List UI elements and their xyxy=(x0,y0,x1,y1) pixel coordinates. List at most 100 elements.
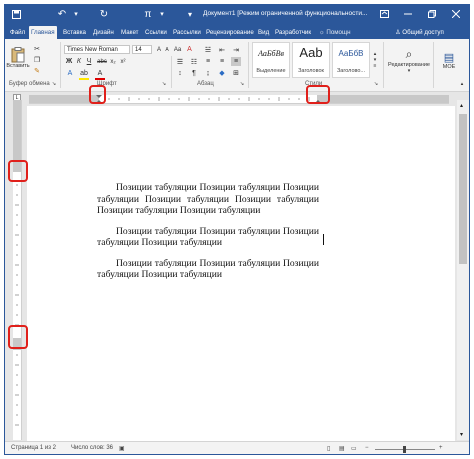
restore-icon[interactable] xyxy=(421,6,443,22)
subscript-icon[interactable]: x₂ xyxy=(109,57,117,66)
tab-insert[interactable]: Вставка xyxy=(61,27,88,39)
window-title: Документ1 [Режим ограниченной функционал… xyxy=(203,10,368,17)
style-heading-2[interactable]: АаБбВ Заголово... xyxy=(332,42,370,78)
superscript-icon[interactable]: x² xyxy=(119,57,127,66)
style-name: Заголово... xyxy=(336,68,366,74)
page-count[interactable]: Страница 1 из 2 xyxy=(11,445,56,451)
vertical-scrollbar[interactable]: ▴ ▾ xyxy=(457,100,469,440)
shrink-font-icon[interactable]: A xyxy=(163,45,171,54)
tab-developer[interactable]: Разработчик xyxy=(273,27,313,39)
grow-font-icon[interactable]: A xyxy=(155,45,163,54)
pi-dropdown-icon[interactable]: ▾ xyxy=(155,7,169,21)
scroll-up-icon[interactable]: ▴ xyxy=(460,102,463,109)
undo-dropdown-icon[interactable]: ▾ xyxy=(69,7,83,21)
borders-icon[interactable]: ⊞ xyxy=(231,68,241,78)
vertical-ruler[interactable] xyxy=(13,100,22,440)
paragraph[interactable]: Позиции табуляции Позиции табуляции Пози… xyxy=(97,258,319,281)
decrease-indent-icon[interactable]: ⇤ xyxy=(217,45,227,54)
tab-layout[interactable]: Макет xyxy=(119,27,141,39)
highlight-callout xyxy=(306,85,330,104)
align-center-icon[interactable]: ≡ xyxy=(217,57,227,66)
strikethrough-icon[interactable]: abc xyxy=(97,57,107,66)
highlight-icon[interactable]: ab xyxy=(79,68,89,80)
shading-icon[interactable]: ◆ xyxy=(217,68,227,78)
style-emphasis[interactable]: АаБбВв Выделение xyxy=(252,42,290,78)
style-heading[interactable]: Aab Заголовок xyxy=(292,42,330,78)
group-divider xyxy=(433,42,434,88)
web-layout-icon[interactable]: ▭ xyxy=(351,445,357,452)
print-layout-icon[interactable]: ▤ xyxy=(339,445,345,452)
undo-icon[interactable]: ↶ xyxy=(55,7,69,21)
close-icon[interactable] xyxy=(445,6,467,22)
clipboard-launcher-icon[interactable]: ↘ xyxy=(51,81,57,87)
highlight-callout xyxy=(8,160,28,182)
read-mode-icon[interactable]: ▯ xyxy=(327,445,330,452)
more-label: МОЕ xyxy=(442,63,456,70)
cut-icon[interactable]: ✂ xyxy=(32,45,42,53)
font-name-combo[interactable]: Times New Roman xyxy=(64,45,130,54)
document-body[interactable]: Позиции табуляции Позиции табуляции Пози… xyxy=(97,182,319,290)
paste-button[interactable]: Вставить xyxy=(6,42,30,74)
more-button[interactable]: ▤ МОЕ xyxy=(436,43,462,77)
style-sample: АаБбВ xyxy=(338,49,364,58)
increase-indent-icon[interactable]: ⇥ xyxy=(231,45,241,54)
scroll-down-icon[interactable]: ▾ xyxy=(460,431,463,438)
styles-scroll[interactable]: ▴ ▾ ≡ xyxy=(371,43,379,77)
tab-help[interactable]: ☼ Помощн xyxy=(317,27,352,39)
paragraph[interactable]: Позиции табуляции Позиции табуляции Пози… xyxy=(97,226,319,249)
justify-icon[interactable]: ≡ xyxy=(231,57,241,66)
multilevel-list-icon[interactable]: ☱ xyxy=(203,45,213,54)
style-name: Выделение xyxy=(256,68,286,74)
zoom-out-icon[interactable]: − xyxy=(365,445,369,451)
format-painter-icon[interactable]: ✎ xyxy=(32,67,42,75)
show-marks-icon[interactable]: ¶ xyxy=(189,68,199,78)
word-count[interactable]: Число слов: 36 xyxy=(71,445,113,451)
document-page[interactable]: Позиции табуляции Позиции табуляции Пози… xyxy=(27,106,455,441)
italic-icon[interactable]: К xyxy=(75,57,83,66)
tab-home[interactable]: Главная xyxy=(29,26,57,39)
font-size-combo[interactable]: 14 xyxy=(132,45,152,54)
bold-icon[interactable]: Ж xyxy=(65,57,73,66)
ribbon-display-icon[interactable] xyxy=(373,6,395,22)
clipboard-group-label: Буфер обмена xyxy=(9,81,50,87)
magnifier-icon: ⌕ xyxy=(405,46,413,61)
zoom-thumb[interactable] xyxy=(403,446,406,453)
minimize-icon[interactable] xyxy=(397,6,419,22)
numbering-icon[interactable]: ☷ xyxy=(189,57,199,66)
editing-button[interactable]: ⌕ Редактирование ▾ xyxy=(387,43,431,77)
underline-icon[interactable]: Ч xyxy=(85,57,93,66)
font-launcher-icon[interactable]: ↘ xyxy=(161,81,167,87)
zoom-in-icon[interactable]: + xyxy=(439,445,443,451)
scroll-thumb[interactable] xyxy=(459,114,467,264)
line-spacing-icon[interactable]: ↨ xyxy=(203,68,213,78)
pi-icon[interactable]: π xyxy=(141,7,155,21)
text-effects-icon[interactable]: A xyxy=(65,68,75,78)
style-sample: Aab xyxy=(299,45,323,60)
tab-mailings[interactable]: Рассылки xyxy=(171,27,203,39)
copy-icon[interactable]: ❐ xyxy=(32,56,42,64)
redo-icon[interactable]: ↻ xyxy=(97,7,111,21)
save-icon[interactable] xyxy=(9,7,23,21)
ruler-ticks xyxy=(13,100,21,426)
change-case-icon[interactable]: Aa xyxy=(173,45,182,54)
align-left-icon[interactable]: ≡ xyxy=(203,57,213,66)
ribbon: Вставить ✂ ❐ ✎ Буфер обмена ↘ Times New … xyxy=(5,39,469,92)
sort-icon[interactable]: ↕ xyxy=(175,68,185,78)
collapse-ribbon-icon[interactable]: ▴ xyxy=(459,81,465,87)
clear-format-icon[interactable]: A xyxy=(185,45,194,54)
paragraph[interactable]: Позиции табуляции Позиции табуляции Пози… xyxy=(97,182,319,217)
font-color-icon[interactable]: A xyxy=(95,68,105,80)
styles-launcher-icon[interactable]: ↘ xyxy=(373,81,379,87)
customize-icon[interactable]: ▾ xyxy=(183,7,197,21)
tab-review[interactable]: Рецензирование xyxy=(204,27,256,39)
tab-design[interactable]: Дизайн xyxy=(91,27,116,39)
paragraph-launcher-icon[interactable]: ↘ xyxy=(239,81,245,87)
bullets-icon[interactable]: ☰ xyxy=(175,57,185,66)
share-button[interactable]: ♙ Общий доступ xyxy=(393,27,446,39)
tab-view[interactable]: Вид xyxy=(256,27,271,39)
ribbon-tabs: Файл Главная Вставка Дизайн Макет Ссылки… xyxy=(5,24,469,39)
proofing-icon[interactable]: ▣ xyxy=(119,445,125,452)
tab-references[interactable]: Ссылки xyxy=(143,27,169,39)
tab-file[interactable]: Файл xyxy=(8,27,27,39)
help-label: Помощн xyxy=(326,29,351,36)
